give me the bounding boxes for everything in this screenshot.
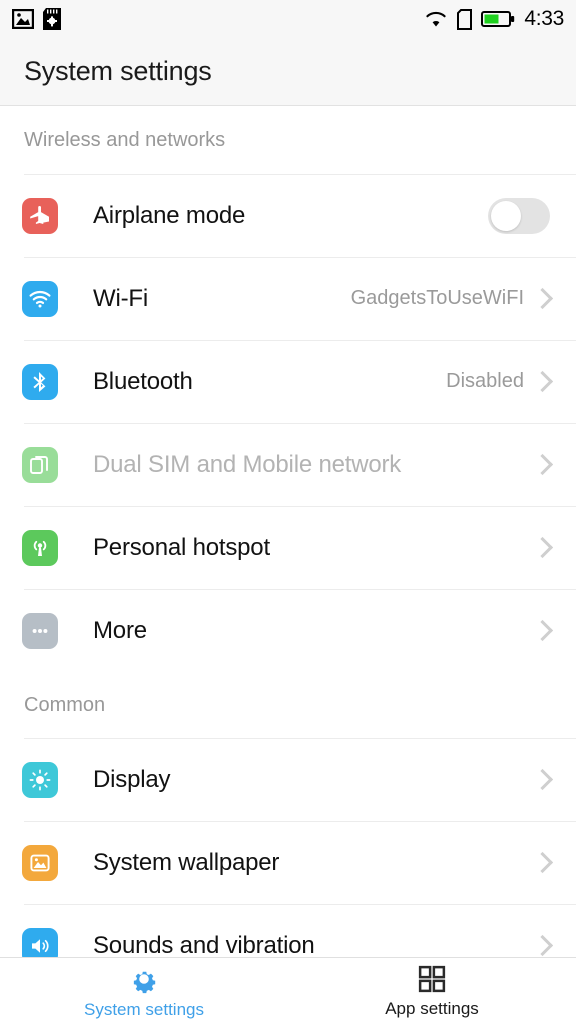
chevron-right-icon	[534, 935, 548, 957]
settings-row-label: System wallpaper	[93, 848, 280, 876]
sd-card-icon	[43, 8, 61, 30]
settings-row-airplane-mode[interactable]: Airplane mode	[0, 174, 576, 257]
sim-cards-icon	[22, 446, 58, 483]
hotspot-icon	[22, 529, 58, 566]
toggle-knob	[491, 200, 521, 231]
title-bar: System settings	[0, 38, 576, 106]
airplane-mode-toggle[interactable]	[488, 197, 550, 234]
section-header-wireless: Wireless and networks	[24, 129, 226, 151]
chevron-right-icon	[534, 371, 548, 393]
settings-row-sounds-and-vibration[interactable]: Sounds and vibration	[0, 904, 576, 957]
brightness-icon	[22, 761, 58, 798]
chevron-right-icon	[534, 537, 548, 559]
image-icon	[12, 9, 34, 29]
status-bar-right-icons: 4:33	[424, 7, 564, 31]
settings-row-label: Sounds and vibration	[93, 931, 315, 958]
tab-system-settings[interactable]: System settings	[0, 958, 288, 1024]
status-bar-left-icons	[12, 8, 61, 30]
chevron-right-icon	[534, 620, 548, 642]
settings-row-label: Display	[93, 765, 171, 793]
wifi-icon	[22, 280, 58, 317]
tab-app-settings[interactable]: App settings	[288, 958, 576, 1024]
status-bar: 4:33	[0, 0, 576, 38]
tab-label: System settings	[84, 999, 204, 1019]
bluetooth-icon	[22, 363, 58, 400]
settings-row-label: More	[93, 616, 147, 644]
tab-label: App settings	[385, 998, 479, 1018]
settings-row-personal-hotspot[interactable]: Personal hotspot	[0, 506, 576, 589]
settings-row-display[interactable]: Display	[0, 738, 576, 821]
bottom-navigation-bar: System settings App settings	[0, 957, 576, 1024]
settings-row-label: Bluetooth	[93, 367, 193, 395]
chevron-right-icon	[534, 288, 548, 310]
speaker-icon	[22, 927, 58, 957]
page-title: System settings	[24, 56, 212, 86]
wifi-signal-icon	[424, 10, 448, 28]
wallpaper-icon	[22, 844, 58, 881]
settings-row-dual-sim[interactable]: Dual SIM and Mobile network	[0, 423, 576, 506]
chevron-right-icon	[534, 852, 548, 874]
settings-row-more[interactable]: More	[0, 589, 576, 672]
settings-row-system-wallpaper[interactable]: System wallpaper	[0, 821, 576, 904]
more-dots-icon	[22, 612, 58, 649]
airplane-icon	[22, 197, 58, 234]
grid-icon	[417, 964, 447, 994]
settings-list[interactable]: Wireless and networks Airplane mode Wi-F…	[0, 107, 576, 957]
section-header-common: Common	[24, 693, 106, 716]
battery-icon	[481, 10, 515, 28]
settings-row-bluetooth[interactable]: Bluetooth Disabled	[0, 340, 576, 423]
settings-row-label: Wi-Fi	[93, 284, 148, 312]
gear-icon	[128, 963, 160, 995]
chevron-right-icon	[534, 454, 548, 476]
wifi-network-value: GadgetsToUseWiFI	[350, 287, 524, 309]
chevron-right-icon	[534, 769, 548, 791]
settings-row-label: Personal hotspot	[93, 533, 270, 561]
settings-row-label: Airplane mode	[93, 201, 246, 229]
settings-row-wifi[interactable]: Wi-Fi GadgetsToUseWiFI	[0, 257, 576, 340]
settings-row-label: Dual SIM and Mobile network	[93, 450, 402, 478]
sim-card-icon	[457, 8, 473, 30]
bluetooth-status-value: Disabled	[446, 370, 524, 392]
status-bar-clock: 4:33	[524, 7, 564, 30]
settings-screen: 4:33 System settings Wireless and networ…	[0, 0, 576, 1024]
